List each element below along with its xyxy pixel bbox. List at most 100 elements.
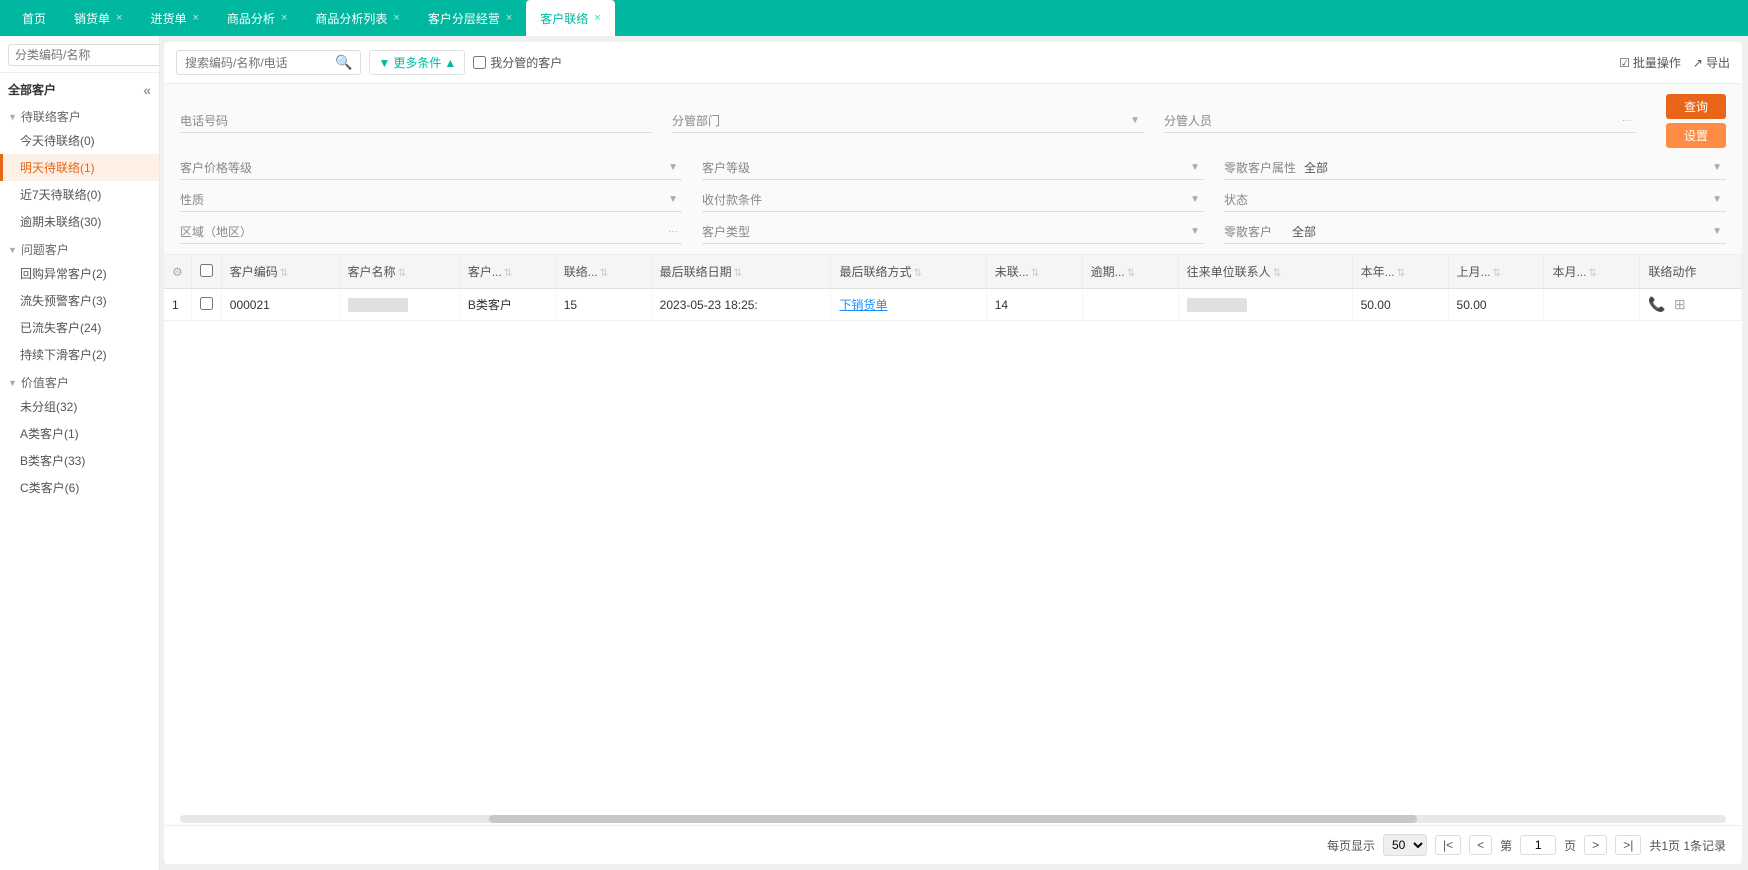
table-settings-col[interactable]: ⚙ bbox=[164, 255, 191, 289]
batch-op-btn[interactable]: ☑ 批量操作 bbox=[1619, 54, 1681, 71]
close-icon[interactable]: × bbox=[393, 12, 399, 24]
filter-manager-input[interactable] bbox=[1232, 114, 1636, 128]
filter-retail-attr-select[interactable]: 全部 bbox=[1304, 161, 1726, 175]
sort-icon[interactable]: ⇅ bbox=[504, 268, 512, 279]
row-select-checkbox[interactable] bbox=[200, 297, 213, 310]
phone-action-icon[interactable]: 📞 bbox=[1648, 296, 1665, 313]
row-this-month bbox=[1544, 289, 1640, 321]
first-page-btn[interactable]: |< bbox=[1435, 835, 1461, 855]
close-icon[interactable]: × bbox=[192, 12, 198, 24]
sort-icon[interactable]: ⇅ bbox=[1031, 268, 1039, 279]
filter-region: 区域（地区） ··· bbox=[180, 220, 682, 244]
sort-icon[interactable]: ⇅ bbox=[280, 268, 288, 279]
last-method-link[interactable]: 下销货单 bbox=[839, 298, 887, 312]
my-customer-check-input[interactable] bbox=[473, 56, 486, 69]
search-box[interactable]: 🔍 bbox=[176, 50, 361, 75]
sidebar-item-overdue[interactable]: 逾期未联络(30) bbox=[0, 208, 159, 235]
sidebar-search-input[interactable] bbox=[8, 44, 160, 66]
nav-product-analysis-list[interactable]: 商品分析列表 × bbox=[301, 0, 413, 36]
filter-payment: 收付款条件 ▼ bbox=[702, 188, 1204, 212]
main-layout: 🔍 全部客户 « 待联络客户 今天待联络(0) 明天待联络(1) 近7天待联络(… bbox=[0, 36, 1748, 870]
all-customers-header[interactable]: 全部客户 « bbox=[0, 73, 159, 102]
filter-actions: 查询 设置 bbox=[1666, 94, 1726, 148]
close-icon[interactable]: × bbox=[594, 12, 600, 24]
filter-row-4: 区域（地区） ··· 客户类型 ▼ 零散客户 全部 ▼ bbox=[180, 220, 1726, 244]
value-customer-group[interactable]: 价值客户 bbox=[0, 368, 159, 393]
filter-more-btn[interactable]: ▼ 更多条件 ▲ bbox=[369, 50, 465, 75]
sidebar-item-churn-warn[interactable]: 流失预警客户(3) bbox=[0, 287, 159, 314]
sidebar-item-7days[interactable]: 近7天待联络(0) bbox=[0, 181, 159, 208]
sidebar-item-class-b[interactable]: B类客户(33) bbox=[0, 447, 159, 474]
prev-page-btn[interactable]: < bbox=[1469, 835, 1492, 855]
total-records-label: 共1页 1条记录 bbox=[1649, 837, 1726, 854]
sidebar-item-tomorrow[interactable]: 明天待联络(1) bbox=[0, 154, 159, 181]
pagination-bar: 每页显示 50 |< < 第 页 > >| 共1页 1条记录 bbox=[164, 825, 1742, 864]
query-button[interactable]: 查询 bbox=[1666, 94, 1726, 119]
sort-icon[interactable]: ⇅ bbox=[1397, 268, 1405, 279]
nav-home[interactable]: 首页 bbox=[8, 0, 60, 36]
scroll-thumb[interactable] bbox=[489, 815, 1417, 823]
filter-customer-type-select[interactable] bbox=[770, 225, 1204, 239]
sidebar-item-class-c[interactable]: C类客户(6) bbox=[0, 474, 159, 501]
sort-icon[interactable]: ⇅ bbox=[1493, 268, 1501, 279]
nav-sales[interactable]: 销货单 × bbox=[60, 0, 136, 36]
table-checkbox-col[interactable] bbox=[191, 255, 221, 289]
search-icon[interactable]: 🔍 bbox=[335, 54, 352, 71]
sort-icon[interactable]: ⇅ bbox=[1127, 268, 1135, 279]
page-number-input[interactable] bbox=[1520, 835, 1556, 855]
row-last-method[interactable]: 下销货单 bbox=[831, 289, 986, 321]
grid-action-icon[interactable]: ⊞ bbox=[1674, 296, 1686, 313]
sidebar-item-today[interactable]: 今天待联络(0) bbox=[0, 127, 159, 154]
nav-customer-segmentation[interactable]: 客户分层经营 × bbox=[414, 0, 526, 36]
sort-icon[interactable]: ⇅ bbox=[1273, 268, 1281, 279]
chevron-down-icon: ▼ bbox=[668, 194, 678, 205]
filter-value-level-select[interactable] bbox=[260, 161, 682, 175]
search-input[interactable] bbox=[185, 56, 335, 70]
horizontal-scrollbar[interactable] bbox=[180, 815, 1726, 823]
filter-status-select[interactable] bbox=[1292, 193, 1726, 207]
close-icon[interactable]: × bbox=[281, 12, 287, 24]
sidebar-item-ungrouped[interactable]: 未分组(32) bbox=[0, 393, 159, 420]
export-btn[interactable]: ↗ 导出 bbox=[1693, 54, 1730, 71]
filter-dept-select[interactable] bbox=[740, 114, 1144, 128]
filter-icon: ▼ bbox=[378, 56, 390, 70]
sort-icon[interactable]: ⇅ bbox=[1588, 268, 1596, 279]
select-all-checkbox[interactable] bbox=[200, 264, 213, 277]
filter-customer-level-select[interactable] bbox=[770, 161, 1204, 175]
sort-icon[interactable]: ⇅ bbox=[600, 268, 608, 279]
close-icon[interactable]: × bbox=[506, 12, 512, 24]
sidebar-item-class-a[interactable]: A类客户(1) bbox=[0, 420, 159, 447]
sort-icon[interactable]: ⇅ bbox=[913, 268, 921, 279]
my-customer-checkbox[interactable]: 我分管的客户 bbox=[473, 54, 562, 71]
filter-payment-select[interactable] bbox=[770, 193, 1204, 207]
toolbar-right: ☑ 批量操作 ↗ 导出 bbox=[1619, 54, 1730, 71]
nav-purchase[interactable]: 进货单 × bbox=[136, 0, 212, 36]
collapse-icon[interactable]: « bbox=[143, 82, 151, 98]
row-checkbox[interactable] bbox=[191, 289, 221, 321]
nav-customer-contact[interactable]: 客户联络 × bbox=[526, 0, 614, 36]
filter-manager: 分管人员 ··· bbox=[1164, 109, 1636, 133]
filter-region-input[interactable] bbox=[260, 225, 682, 239]
set-button[interactable]: 设置 bbox=[1666, 123, 1726, 148]
filter-phone-input[interactable] bbox=[248, 114, 652, 128]
filter-panel: 电话号码 分管部门 ▼ 分管人员 ··· 查询 设置 bbox=[164, 84, 1742, 255]
row-overdue bbox=[1082, 289, 1178, 321]
sidebar-item-abnormal[interactable]: 回购异常客户(2) bbox=[0, 260, 159, 287]
checkbox-icon: ☑ bbox=[1619, 56, 1630, 70]
sidebar-item-churned[interactable]: 已流失客户(24) bbox=[0, 314, 159, 341]
sort-icon[interactable]: ⇅ bbox=[734, 268, 742, 279]
close-icon[interactable]: × bbox=[116, 12, 122, 24]
last-page-btn[interactable]: >| bbox=[1615, 835, 1641, 855]
blurred-contact bbox=[1187, 298, 1247, 312]
filter-retail-customer-select[interactable]: 全部 bbox=[1292, 225, 1726, 239]
sidebar-item-declining[interactable]: 持续下滑客户(2) bbox=[0, 341, 159, 368]
filter-gender: 性质 ▼ bbox=[180, 188, 682, 212]
pending-contact-group[interactable]: 待联络客户 bbox=[0, 102, 159, 127]
nav-product-analysis[interactable]: 商品分析 × bbox=[213, 0, 301, 36]
sort-icon[interactable]: ⇅ bbox=[398, 268, 406, 279]
per-page-select[interactable]: 50 bbox=[1383, 834, 1427, 856]
row-this-year: 50.00 bbox=[1352, 289, 1448, 321]
next-page-btn[interactable]: > bbox=[1584, 835, 1607, 855]
problem-customer-group[interactable]: 问题客户 bbox=[0, 235, 159, 260]
filter-gender-select[interactable] bbox=[248, 193, 682, 207]
